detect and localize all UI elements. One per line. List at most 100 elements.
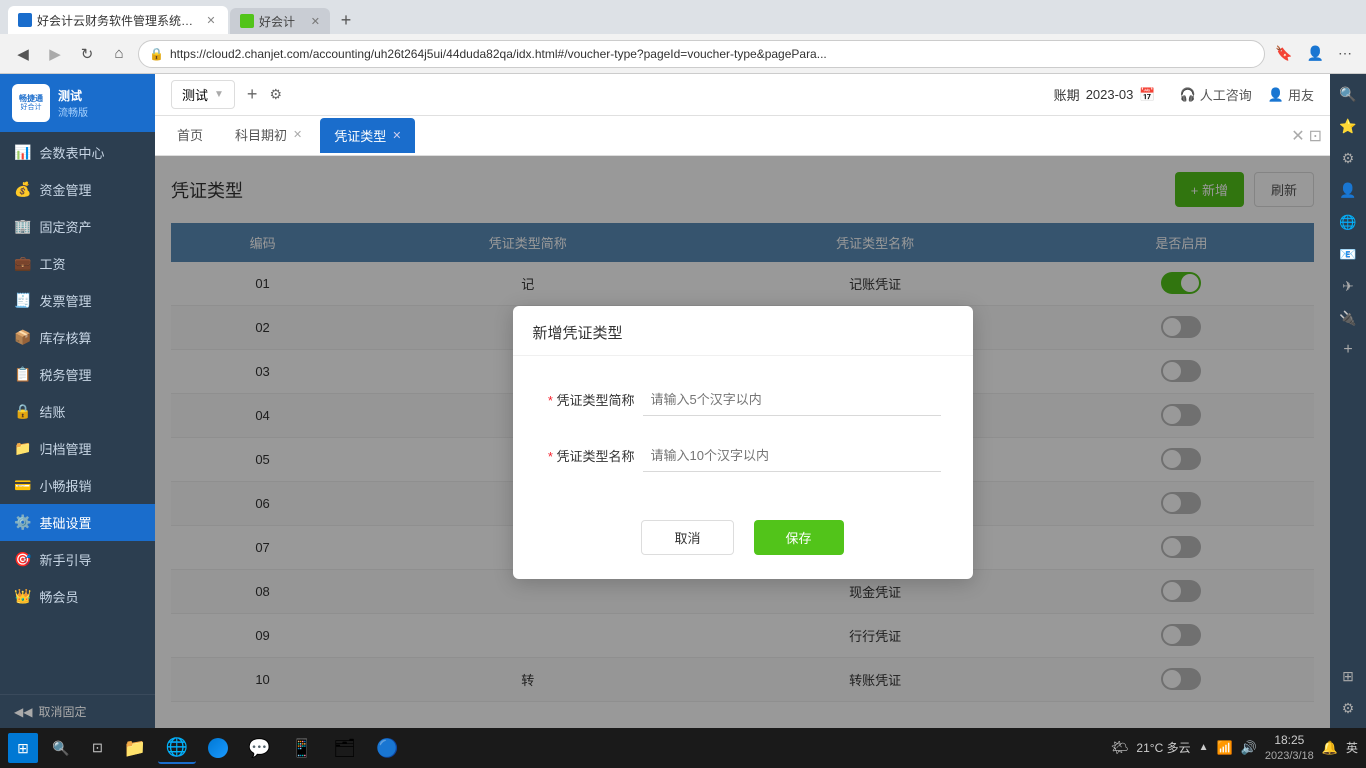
sidebar-item-settings[interactable]: ⚙️ 基础设置 bbox=[0, 504, 155, 541]
weather-icon: 🌤 bbox=[1111, 739, 1129, 756]
task-view-btn[interactable]: ⊡ bbox=[83, 734, 111, 762]
sidebar-item-dashboard[interactable]: 📊 会数表中心 bbox=[0, 134, 155, 171]
rt-gear-icon[interactable]: ⚙ bbox=[1334, 694, 1362, 722]
sidebar-item-guide[interactable]: 🎯 新手引导 bbox=[0, 541, 155, 578]
maximize-panel-btn[interactable]: ⊡ bbox=[1309, 126, 1322, 146]
cancel-button[interactable]: 取消 bbox=[641, 520, 733, 555]
sidebar-item-label: 结账 bbox=[39, 402, 65, 421]
sidebar-item-payroll[interactable]: 💼 工资 bbox=[0, 245, 155, 282]
sidebar-item-label: 小畅报销 bbox=[39, 476, 91, 495]
sidebar-item-label: 库存核算 bbox=[39, 328, 91, 347]
tab-close-2[interactable]: ✕ bbox=[311, 15, 320, 28]
sidebar-item-inventory[interactable]: 📦 库存核算 bbox=[0, 319, 155, 356]
calendar-icon[interactable]: 📅 bbox=[1139, 87, 1155, 103]
sidebar-item-label: 会数表中心 bbox=[39, 143, 104, 162]
tab-title-1: 好会计云财务软件管理系统_会计 bbox=[37, 12, 199, 29]
taskbar-search[interactable]: 🔍 bbox=[42, 734, 79, 762]
sidebar-item-archive[interactable]: 📁 归档管理 bbox=[0, 430, 155, 467]
rt-plugin-icon[interactable]: 🔌 bbox=[1334, 304, 1362, 332]
taskbar-files[interactable]: 🗂 bbox=[325, 732, 364, 764]
company-name: 测试 bbox=[182, 85, 208, 104]
short-name-input[interactable] bbox=[643, 384, 941, 416]
tax-icon: 📋 bbox=[14, 366, 31, 383]
forward-btn[interactable]: ▶ bbox=[42, 41, 68, 67]
taskbar-appstore[interactable]: 📱 bbox=[283, 732, 321, 764]
minimize-panel-btn[interactable]: ✕ bbox=[1291, 126, 1304, 146]
address-url: https://cloud2.chanjet.com/accounting/uh… bbox=[170, 47, 1254, 61]
tab-close-1[interactable]: ✕ bbox=[204, 13, 218, 27]
sidebar-item-expense[interactable]: 💳 小畅报销 bbox=[0, 467, 155, 504]
required-star-1: * bbox=[548, 393, 553, 408]
home-btn[interactable]: ⌂ bbox=[106, 41, 132, 67]
rt-send-icon[interactable]: ✈ bbox=[1334, 272, 1362, 300]
chrome-icon: 🌐 bbox=[166, 737, 188, 758]
browser-chrome: 好会计云财务软件管理系统_会计 ✕ 好会计 ✕ + ◀ ▶ ↻ ⌂ 🔒 http… bbox=[0, 0, 1366, 74]
archive-icon: 📁 bbox=[14, 440, 31, 457]
profile-btn[interactable]: 👤 bbox=[1303, 45, 1328, 62]
add-company-btn[interactable]: + bbox=[247, 84, 258, 105]
form-label-short: * 凭证类型简称 bbox=[545, 390, 635, 409]
settings-btn[interactable]: ⚙ bbox=[269, 86, 282, 103]
menu-btn[interactable]: ⋯ bbox=[1334, 45, 1356, 62]
tab-subject-close[interactable]: ✕ bbox=[293, 128, 302, 141]
taskbar-edge[interactable] bbox=[200, 732, 236, 764]
taskbar-chrome[interactable]: 🌐 bbox=[158, 732, 196, 764]
browser2-icon: 🔵 bbox=[376, 738, 398, 759]
rt-settings-icon[interactable]: ⚙ bbox=[1334, 144, 1362, 172]
rt-grid-icon[interactable]: ⊞ bbox=[1334, 662, 1362, 690]
chevron-up-icon[interactable]: ▲ bbox=[1199, 742, 1209, 753]
address-input[interactable]: 🔒 https://cloud2.chanjet.com/accounting/… bbox=[138, 40, 1265, 68]
tab-subject[interactable]: 科目期初 ✕ bbox=[221, 117, 316, 154]
back-btn[interactable]: ◀ bbox=[10, 41, 36, 67]
new-tab-btn[interactable]: + bbox=[332, 6, 360, 34]
sidebar-item-label: 畅会员 bbox=[39, 587, 78, 606]
period-value: 2023-03 bbox=[1086, 87, 1134, 102]
rt-globe-icon[interactable]: 🌐 bbox=[1334, 208, 1362, 236]
wechat-icon: 💬 bbox=[248, 738, 270, 759]
sidebar-item-label: 发票管理 bbox=[39, 291, 91, 310]
rt-user-icon[interactable]: 👤 bbox=[1334, 176, 1362, 204]
save-button[interactable]: 保存 bbox=[754, 520, 844, 555]
sidebar-item-member[interactable]: 👑 畅会员 bbox=[0, 578, 155, 615]
rt-add-icon[interactable]: + bbox=[1334, 336, 1362, 364]
appstore-icon: 📱 bbox=[291, 738, 313, 759]
rt-search-icon[interactable]: 🔍 bbox=[1334, 80, 1362, 108]
content-tabs: 首页 科目期初 ✕ 凭证类型 ✕ ✕ ⊡ bbox=[155, 116, 1330, 156]
main-area: 测试 ▼ + ⚙ 账期 2023-03 📅 🎧 人工咨询 👤 用友 bbox=[155, 74, 1330, 728]
extensions-btn[interactable]: 🔖 bbox=[1271, 45, 1296, 62]
company-selector[interactable]: 测试 ▼ bbox=[171, 80, 235, 109]
tab-voucher-type[interactable]: 凭证类型 ✕ bbox=[320, 118, 415, 153]
sidebar-item-assets[interactable]: 🏢 固定资产 bbox=[0, 208, 155, 245]
browser-tab-inactive[interactable]: 好会计 ✕ bbox=[230, 8, 330, 34]
payroll-icon: 💼 bbox=[14, 255, 31, 272]
refresh-btn[interactable]: ↻ bbox=[74, 41, 100, 67]
search-icon: 🔍 bbox=[52, 740, 69, 757]
taskbar-explorer[interactable]: 📁 bbox=[115, 732, 153, 764]
sidebar-item-invoice[interactable]: 🧾 发票管理 bbox=[0, 282, 155, 319]
tab-voucher-close[interactable]: ✕ bbox=[392, 129, 401, 142]
address-bar: ◀ ▶ ↻ ⌂ 🔒 https://cloud2.chanjet.com/acc… bbox=[0, 34, 1366, 74]
user-btn[interactable]: 👤 用友 bbox=[1268, 85, 1314, 104]
sidebar-item-closing[interactable]: 🔒 结账 bbox=[0, 393, 155, 430]
consult-btn[interactable]: 🎧 人工咨询 bbox=[1180, 85, 1252, 104]
cancel-pin-btn[interactable]: ◀◀ 取消固定 bbox=[0, 694, 155, 728]
sidebar-item-capital[interactable]: 💰 资金管理 bbox=[0, 171, 155, 208]
sidebar-item-tax[interactable]: 📋 税务管理 bbox=[0, 356, 155, 393]
right-toolbar: 🔍 ⭐ ⚙ 👤 🌐 📧 ✈ 🔌 + ⊞ ⚙ bbox=[1330, 74, 1366, 728]
sidebar-nav: 📊 会数表中心 💰 资金管理 🏢 固定资产 💼 工资 🧾 发票管理 📦 bbox=[0, 132, 155, 694]
taskbar-wechat[interactable]: 💬 bbox=[240, 732, 278, 764]
sidebar: 畅捷通 好合计 测试 流畅版 📊 会数表中心 💰 资金管理 🏢 固定资产 bbox=[0, 74, 155, 728]
tab-home[interactable]: 首页 bbox=[163, 117, 217, 154]
sidebar-subtitle: 流畅版 bbox=[58, 104, 88, 119]
notification-icon[interactable]: 🔔 bbox=[1322, 740, 1338, 756]
modal-dialog: 新增凭证类型 * 凭证类型简称 bbox=[513, 306, 973, 579]
rt-mail-icon[interactable]: 📧 bbox=[1334, 240, 1362, 268]
full-name-input[interactable] bbox=[643, 440, 941, 472]
chevron-down-icon: ▼ bbox=[214, 89, 224, 100]
taskbar-browser2[interactable]: 🔵 bbox=[368, 732, 406, 764]
rt-star-icon[interactable]: ⭐ bbox=[1334, 112, 1362, 140]
browser-tab-active[interactable]: 好会计云财务软件管理系统_会计 ✕ bbox=[8, 6, 228, 34]
user-icon: 👤 bbox=[1268, 87, 1284, 103]
taskbar-clock[interactable]: 18:25 2023/3/18 bbox=[1265, 733, 1314, 763]
start-btn[interactable]: ⊞ bbox=[8, 733, 38, 763]
